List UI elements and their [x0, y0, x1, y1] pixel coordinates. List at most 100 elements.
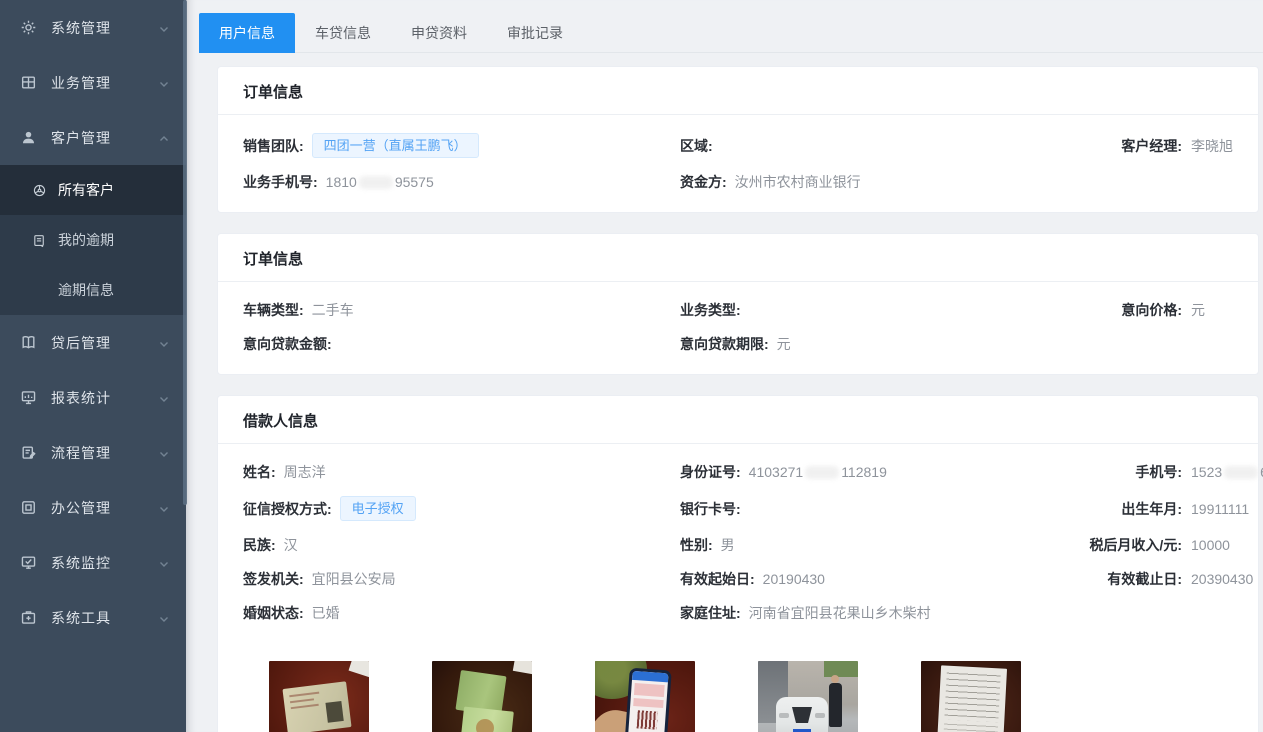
field-value: 20390430: [1191, 569, 1253, 589]
chevron-up-icon: [158, 132, 170, 144]
field-label: 意向价格:: [1070, 300, 1182, 320]
order-info-card: 订单信息 销售团队: 四团一营（直属王鹏飞） 区域: 客户经理: 李晓旭: [217, 66, 1259, 213]
sidebar-item-process-mgmt[interactable]: 流程管理: [0, 425, 186, 480]
chevron-down-icon: [158, 612, 170, 624]
field-label: 性别:: [680, 535, 713, 555]
sidebar-item-label: 办公管理: [51, 498, 158, 518]
field-value: 4103271112819: [749, 462, 887, 482]
chevron-down-icon: [158, 557, 170, 569]
sidebar-item-my-overdue[interactable]: 我的逾期: [0, 215, 186, 265]
sidebar-item-office-mgmt[interactable]: 办公管理: [0, 480, 186, 535]
chevron-down-icon: [158, 22, 170, 34]
photo-green-booklet[interactable]: 驾驶证照片: [432, 661, 532, 732]
field-value: 20190430: [763, 569, 825, 589]
field-valid-to: 有效截止日: 20390430: [1070, 569, 1253, 589]
field-empty: [1070, 172, 1240, 192]
field-name: 姓名: 周志洋: [243, 462, 680, 482]
sidebar-item-customer-mgmt[interactable]: 客户管理: [0, 110, 186, 165]
sidebar-item-label: 所有客户: [58, 180, 114, 200]
document-icon: [32, 233, 47, 248]
chevron-down-icon: [158, 392, 170, 404]
sidebar-item-postloan-mgmt[interactable]: 贷后管理: [0, 315, 186, 370]
tab-bar: 用户信息 车贷信息 申贷资料 审批记录: [199, 13, 1263, 53]
card-title: 借款人信息: [218, 396, 1258, 444]
field-value: 汝州市农村商业银行: [735, 172, 861, 192]
field-issuing-authority: 签发机关: 宜阳县公安局: [243, 569, 680, 589]
field-label: 有效起始日:: [680, 569, 755, 589]
green-booklet-photo-thumbnail[interactable]: [432, 661, 532, 732]
field-birth-date: 出生年月: 19911111: [1070, 496, 1249, 521]
field-value: 10000: [1191, 535, 1230, 555]
field-value: 周志洋: [284, 462, 326, 482]
credit-auth-tag[interactable]: 电子授权: [340, 496, 416, 521]
id-card-photo-thumbnail[interactable]: [269, 661, 369, 732]
tab-approval-records[interactable]: 审批记录: [487, 13, 583, 53]
field-value: 男: [721, 535, 735, 555]
sidebar-item-system-monitor[interactable]: 系统监控: [0, 535, 186, 590]
field-value: 19911111: [1191, 499, 1249, 519]
photo-phone-qr[interactable]: 授权截图: [595, 661, 695, 732]
field-label: 销售团队:: [243, 136, 304, 156]
monitor-check-icon: [20, 554, 37, 571]
book-icon: [20, 334, 37, 351]
field-label: 意向贷款期限:: [680, 334, 769, 354]
sidebar-item-label: 系统管理: [51, 18, 158, 38]
sidebar-item-overdue-info[interactable]: 逾期信息: [0, 265, 186, 315]
field-value: 李晓旭: [1191, 136, 1233, 156]
field-label: 意向贷款金额:: [243, 334, 332, 354]
field-account-manager: 客户经理: 李晓旭: [1070, 133, 1240, 158]
field-valid-from: 有效起始日: 20190430: [680, 569, 1070, 589]
sales-team-tag[interactable]: 四团一营（直属王鹏飞）: [312, 133, 479, 158]
field-label: 资金方:: [680, 172, 727, 192]
chevron-down-icon: [158, 337, 170, 349]
field-monthly-income: 税后月收入/元: 10000: [1070, 535, 1240, 555]
sidebar-item-label: 我的逾期: [58, 230, 114, 250]
field-marital-status: 婚姻状态: 已婚: [243, 603, 680, 623]
field-credit-auth-method: 征信授权方式: 电子授权: [243, 496, 680, 521]
sidebar-item-all-customers[interactable]: 所有客户: [0, 165, 186, 215]
target-icon: [20, 499, 37, 516]
sidebar-item-business-mgmt[interactable]: 业务管理: [0, 55, 186, 110]
sidebar-item-report-stats[interactable]: 报表统计: [0, 370, 186, 425]
card-title: 订单信息: [218, 67, 1258, 115]
field-funder: 资金方: 汝州市农村商业银行: [680, 172, 1070, 192]
field-mobile-phone: 手机号: 15236137: [1070, 462, 1263, 482]
field-label: 客户经理:: [1070, 136, 1182, 156]
field-empty: [1070, 603, 1240, 623]
field-business-type: 业务类型:: [680, 300, 1070, 320]
sidebar-item-system-tools[interactable]: 系统工具: [0, 590, 186, 645]
sidebar-item-label: 报表统计: [51, 388, 158, 408]
phone-qr-photo-thumbnail[interactable]: [595, 661, 695, 732]
gear-icon: [20, 19, 37, 36]
tab-loan-application-docs[interactable]: 申贷资料: [391, 13, 487, 53]
field-value: 元: [777, 334, 791, 354]
paper-document-photo-thumbnail[interactable]: [921, 661, 1021, 732]
photo-paper-document[interactable]: 其他材料: [921, 661, 1021, 732]
tab-user-info[interactable]: 用户信息: [199, 13, 295, 53]
field-label: 姓名:: [243, 462, 276, 482]
field-label: 业务类型:: [680, 300, 741, 320]
tab-car-loan-info[interactable]: 车贷信息: [295, 13, 391, 53]
field-label: 家庭住址:: [680, 603, 741, 623]
field-intended-loan-amount: 意向贷款金额:: [243, 334, 680, 354]
wheel-icon: [32, 183, 47, 198]
field-label: 签发机关:: [243, 569, 304, 589]
photo-person-with-car[interactable]: 人车照: [758, 661, 858, 732]
chevron-down-icon: [158, 447, 170, 459]
photo-id-card[interactable]: 身份证: [269, 661, 369, 732]
photo-thumbnails-row: 身份证 驾驶证照片 授权截图: [243, 637, 1240, 732]
field-id-number: 身份证号: 4103271112819: [680, 462, 1070, 482]
field-label: 税后月收入/元:: [1070, 535, 1182, 555]
monitor-icon: [20, 389, 37, 406]
person-car-photo-thumbnail[interactable]: [758, 661, 858, 732]
field-vehicle-type: 车辆类型: 二手车: [243, 300, 680, 320]
sidebar-item-label: 逾期信息: [58, 280, 114, 300]
sidebar-item-system-mgmt[interactable]: 系统管理: [0, 0, 186, 55]
loan-intent-card: 订单信息 车辆类型: 二手车 业务类型: 意向价格: 元: [217, 233, 1259, 375]
field-business-phone: 业务手机号: 181095575: [243, 172, 680, 192]
redaction-blur: [359, 176, 393, 189]
field-intended-price: 意向价格: 元: [1070, 300, 1240, 320]
sidebar-item-label: 客户管理: [51, 128, 158, 148]
field-label: 车辆类型:: [243, 300, 304, 320]
user-icon: [20, 129, 37, 146]
